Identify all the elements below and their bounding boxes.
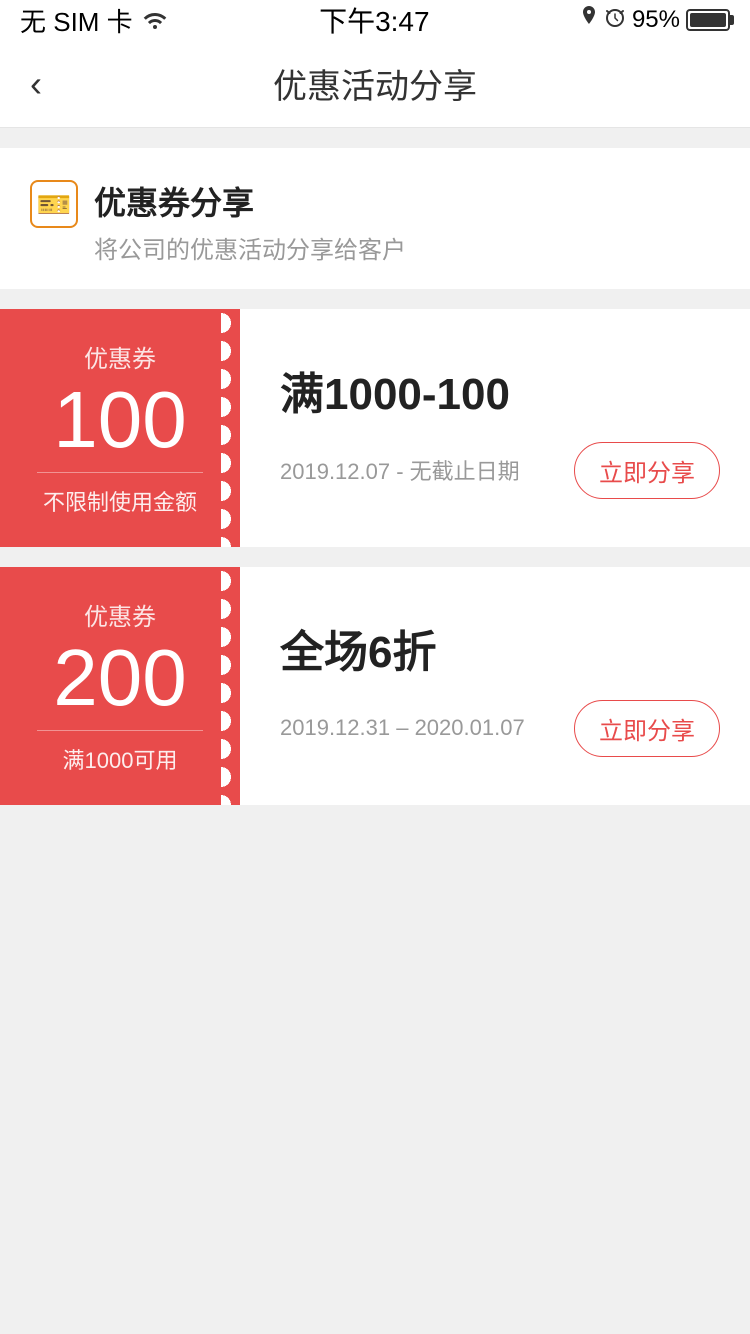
- nav-bar: ‹ 优惠活动分享: [0, 40, 750, 128]
- wifi-icon: [141, 5, 169, 36]
- coupon-label-1: 优惠券: [84, 597, 156, 632]
- coupon-item-1: 优惠券 200 满1000可用 全场6折 2019.12.31 – 2020.0…: [0, 567, 750, 805]
- coupon-amount-0: 100: [53, 380, 186, 460]
- status-left: 无 SIM 卡: [20, 2, 169, 39]
- coupon-list: 优惠券 100 不限制使用金额 满1000-100 2019.12.07 - 无…: [0, 309, 750, 825]
- coupon-name-0: 满1000-100: [280, 358, 720, 422]
- coupon-left-0: 优惠券 100 不限制使用金额: [0, 309, 240, 547]
- back-button[interactable]: ‹: [30, 63, 42, 105]
- section-text: 优惠券分享 将公司的优惠活动分享给客户: [94, 178, 406, 265]
- coupon-left-1: 优惠券 200 满1000可用: [0, 567, 240, 805]
- coupon-meta-0: 2019.12.07 - 无截止日期 立即分享: [280, 442, 720, 499]
- coupon-condition-1: 满1000可用: [63, 743, 178, 775]
- section-title: 优惠券分享: [94, 178, 406, 224]
- status-right: 95%: [580, 6, 730, 35]
- coupon-share-btn-0[interactable]: 立即分享: [574, 442, 720, 499]
- coupon-divider-1: [37, 730, 203, 731]
- status-bar: 无 SIM 卡 下午3:47 95%: [0, 0, 750, 40]
- section-header: 🎫 优惠券分享 将公司的优惠活动分享给客户: [0, 148, 750, 289]
- section-desc: 将公司的优惠活动分享给客户: [94, 230, 406, 265]
- section-icon: 🎫: [30, 180, 78, 228]
- coupon-date-1: 2019.12.31 – 2020.01.07: [280, 715, 564, 741]
- status-time: 下午3:47: [319, 0, 430, 40]
- battery-percent: 95%: [632, 6, 680, 34]
- location-icon: [580, 6, 598, 35]
- bottom-space: [0, 825, 750, 1325]
- coupon-divider-0: [37, 472, 203, 473]
- coupon-right-0: 满1000-100 2019.12.07 - 无截止日期 立即分享: [240, 309, 750, 547]
- coupon-date-0: 2019.12.07 - 无截止日期: [280, 454, 564, 486]
- coupon-share-btn-1[interactable]: 立即分享: [574, 700, 720, 757]
- carrier-text: 无 SIM 卡: [20, 2, 133, 39]
- page-title: 优惠活动分享: [273, 59, 477, 108]
- coupon-name-1: 全场6折: [280, 616, 720, 680]
- battery-icon: [686, 9, 730, 31]
- coupon-meta-1: 2019.12.31 – 2020.01.07 立即分享: [280, 700, 720, 757]
- coupon-right-1: 全场6折 2019.12.31 – 2020.01.07 立即分享: [240, 567, 750, 805]
- coupon-amount-1: 200: [53, 638, 186, 718]
- coupon-condition-0: 不限制使用金额: [43, 485, 197, 517]
- coupon-item-0: 优惠券 100 不限制使用金额 满1000-100 2019.12.07 - 无…: [0, 309, 750, 547]
- alarm-icon: [604, 6, 626, 35]
- coupon-label-0: 优惠券: [84, 339, 156, 374]
